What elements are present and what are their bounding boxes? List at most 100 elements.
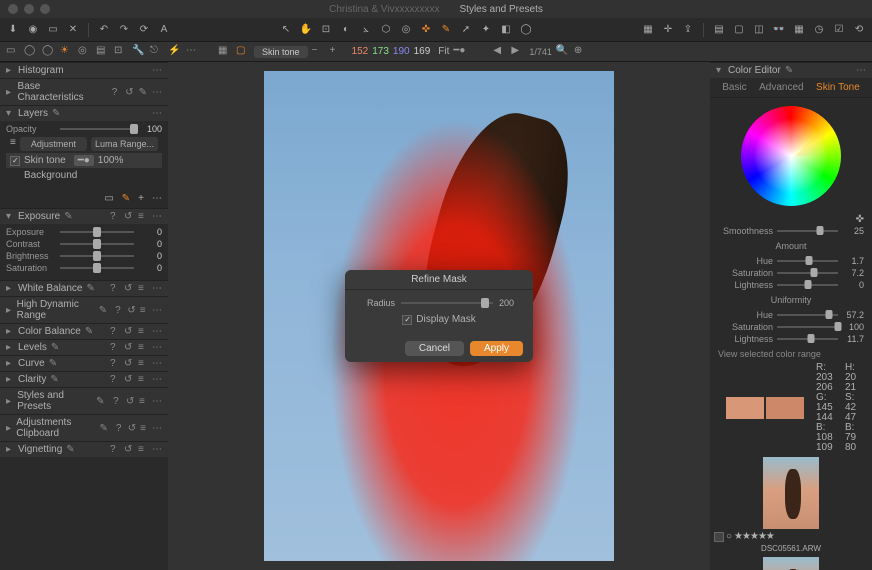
zoom-slider-icon[interactable]: ━● [453, 45, 467, 59]
layer-pen-icon[interactable]: ✎ [122, 193, 130, 204]
eyedropper-icon[interactable]: ✜ [856, 214, 864, 225]
search-icon[interactable]: 🔍 [556, 45, 570, 59]
library-icon[interactable]: ▭ [6, 45, 20, 59]
close-icon[interactable]: ✕ [66, 23, 80, 37]
lens-icon[interactable]: ◎ [78, 45, 92, 59]
styles-and-presets-panel-header[interactable]: ▸Styles and Presets✎?↺≡⋯ [0, 387, 168, 414]
adjustments-clipboard-panel-header[interactable]: ▸Adjustments Clipboard✎?↺≡⋯ [0, 414, 168, 441]
filter-icon[interactable]: ⊕ [574, 45, 588, 59]
spot-icon[interactable]: ◎ [399, 23, 413, 37]
grid-icon[interactable]: ▦ [641, 23, 655, 37]
wand-icon[interactable]: ✦ [479, 23, 493, 37]
amount-rows-hue-slider[interactable] [777, 260, 838, 262]
more-icon[interactable]: ⋯ [186, 45, 200, 59]
layer-plus-icon[interactable]: + [330, 45, 344, 59]
base-panel-header[interactable]: ▸Base Characteristics?↺✎⋯ [0, 78, 168, 105]
clarity-panel-header[interactable]: ▸Clarity✎?↺≡⋯ [0, 371, 168, 387]
crop-icon[interactable]: ⊡ [319, 23, 333, 37]
uniformity-rows-hue-slider[interactable] [777, 314, 838, 316]
window-controls[interactable] [0, 4, 50, 14]
uniformity-rows-saturation-slider[interactable] [777, 326, 838, 328]
viewer[interactable]: Refine Mask Radius200 Display Mask Cance… [168, 62, 710, 570]
layer-skin-tone[interactable]: Skin tone━●100% [6, 153, 162, 168]
layer-background[interactable]: Background [6, 168, 162, 183]
heal-icon[interactable]: ✜ [419, 23, 433, 37]
adjustment-dropdown[interactable]: Adjustment [20, 137, 87, 151]
gradient-icon[interactable]: ◧ [499, 23, 513, 37]
rotate-view-icon[interactable]: ⟲ [852, 23, 866, 37]
prev-icon[interactable]: ◀ [493, 45, 507, 59]
opacity-slider[interactable] [60, 128, 134, 130]
tab-basic[interactable]: Basic [722, 82, 746, 93]
proof-icon[interactable]: ☑ [832, 23, 846, 37]
layer-selector[interactable]: Skin tone [254, 46, 308, 58]
clock-icon[interactable]: ◷ [812, 23, 826, 37]
saturation-slider[interactable] [60, 267, 134, 269]
hand-icon[interactable]: ✋ [299, 23, 313, 37]
smoothness-slider[interactable] [777, 230, 838, 232]
grid2-icon[interactable]: ▦ [792, 23, 806, 37]
quick-icon[interactable]: ⚡ [168, 45, 182, 59]
levels-panel-header[interactable]: ▸Levels✎?↺≡⋯ [0, 339, 168, 355]
browse-icon[interactable]: ▤ [712, 23, 726, 37]
next-icon[interactable]: ▶ [511, 45, 525, 59]
tab-skin-tone[interactable]: Skin Tone [816, 82, 860, 93]
amount-rows-saturation-slider[interactable] [777, 272, 838, 274]
rotate-crop-icon[interactable]: ◐ [339, 23, 353, 37]
adjust-icon[interactable]: ☀ [60, 45, 74, 59]
vignetting-panel-header[interactable]: ▸Vignetting✎?↺≡⋯ [0, 441, 168, 457]
exposure-slider[interactable] [60, 231, 134, 233]
display-mask-checkbox[interactable] [402, 315, 412, 325]
amount-rows-lightness-slider[interactable] [777, 284, 838, 286]
white-balance-panel-header[interactable]: ▸White Balance✎?↺≡⋯ [0, 280, 168, 296]
curve-panel-header[interactable]: ▸Curve✎?↺≡⋯ [0, 355, 168, 371]
high-dynamic-range-panel-header[interactable]: ▸High Dynamic Range✎?↺≡⋯ [0, 296, 168, 323]
output-icon[interactable]: ⎋ [150, 45, 164, 59]
compare-icon[interactable]: ◫ [752, 23, 766, 37]
view-icon[interactable]: ▢ [732, 23, 746, 37]
export-icon[interactable]: ⇪ [681, 23, 695, 37]
picker-icon[interactable]: ✛ [661, 23, 675, 37]
straighten-icon[interactable]: ⦛ [359, 23, 373, 37]
thumbnail[interactable]: 4K1○★★★★★DSC05562.ARW [714, 557, 868, 570]
contrast-slider[interactable] [60, 243, 134, 245]
layer-more-icon[interactable]: ⋯ [152, 193, 162, 204]
exposure-panel-header[interactable]: ▾Exposure✎?↺≡⋯ [0, 208, 168, 224]
color-editor-header[interactable]: ▾Color Editor✎⋯ [710, 62, 872, 78]
thumbnail[interactable]: 4K1○★★★★★DSC05561.ARW [714, 457, 868, 553]
layer-minus-icon[interactable]: − [312, 45, 326, 59]
keystone-icon[interactable]: ⬡ [379, 23, 393, 37]
cursor-icon[interactable]: ↖ [279, 23, 293, 37]
circle1-icon[interactable]: ◯ [24, 45, 38, 59]
camera-icon[interactable]: ◉ [26, 23, 40, 37]
fit-label[interactable]: Fit [438, 46, 449, 57]
redo-icon[interactable]: ↷ [117, 23, 131, 37]
arrow-icon[interactable]: ➚ [459, 23, 473, 37]
apply-button[interactable]: Apply [470, 341, 523, 356]
glasses-icon[interactable]: 👓 [772, 23, 786, 37]
radius-slider[interactable] [401, 302, 493, 304]
uniformity-rows-lightness-slider[interactable] [777, 338, 838, 340]
circle2-icon[interactable]: ◯ [42, 45, 56, 59]
rotate-icon[interactable]: ⟳ [137, 23, 151, 37]
grid-view-icon[interactable]: ▦ [218, 45, 232, 59]
text-icon[interactable]: A [157, 23, 171, 37]
folder-icon[interactable]: ▭ [46, 23, 60, 37]
layer-add-icon[interactable]: + [138, 193, 144, 204]
pen-icon[interactable]: ✎ [439, 23, 453, 37]
wrench-icon[interactable]: 🔧 [132, 45, 146, 59]
meta-icon[interactable]: ▤ [96, 45, 110, 59]
color-balance-panel-header[interactable]: ▸Color Balance✎?↺≡⋯ [0, 323, 168, 339]
layer-visible-checkbox[interactable] [10, 156, 20, 166]
tab-advanced[interactable]: Advanced [759, 82, 803, 93]
brightness-slider[interactable] [60, 255, 134, 257]
layers-panel-header[interactable]: ▾Layers✎⋯ [0, 105, 168, 121]
color-wheel[interactable] [741, 106, 841, 206]
import-icon[interactable]: ⬇ [6, 23, 20, 37]
single-view-icon[interactable]: ▢ [236, 45, 250, 59]
histogram-panel-header[interactable]: ▸Histogram⋯ [0, 62, 168, 78]
cancel-button[interactable]: Cancel [405, 341, 464, 356]
crop2-icon[interactable]: ⊡ [114, 45, 128, 59]
luma-range-button[interactable]: Luma Range... [91, 137, 158, 151]
undo-icon[interactable]: ↶ [97, 23, 111, 37]
